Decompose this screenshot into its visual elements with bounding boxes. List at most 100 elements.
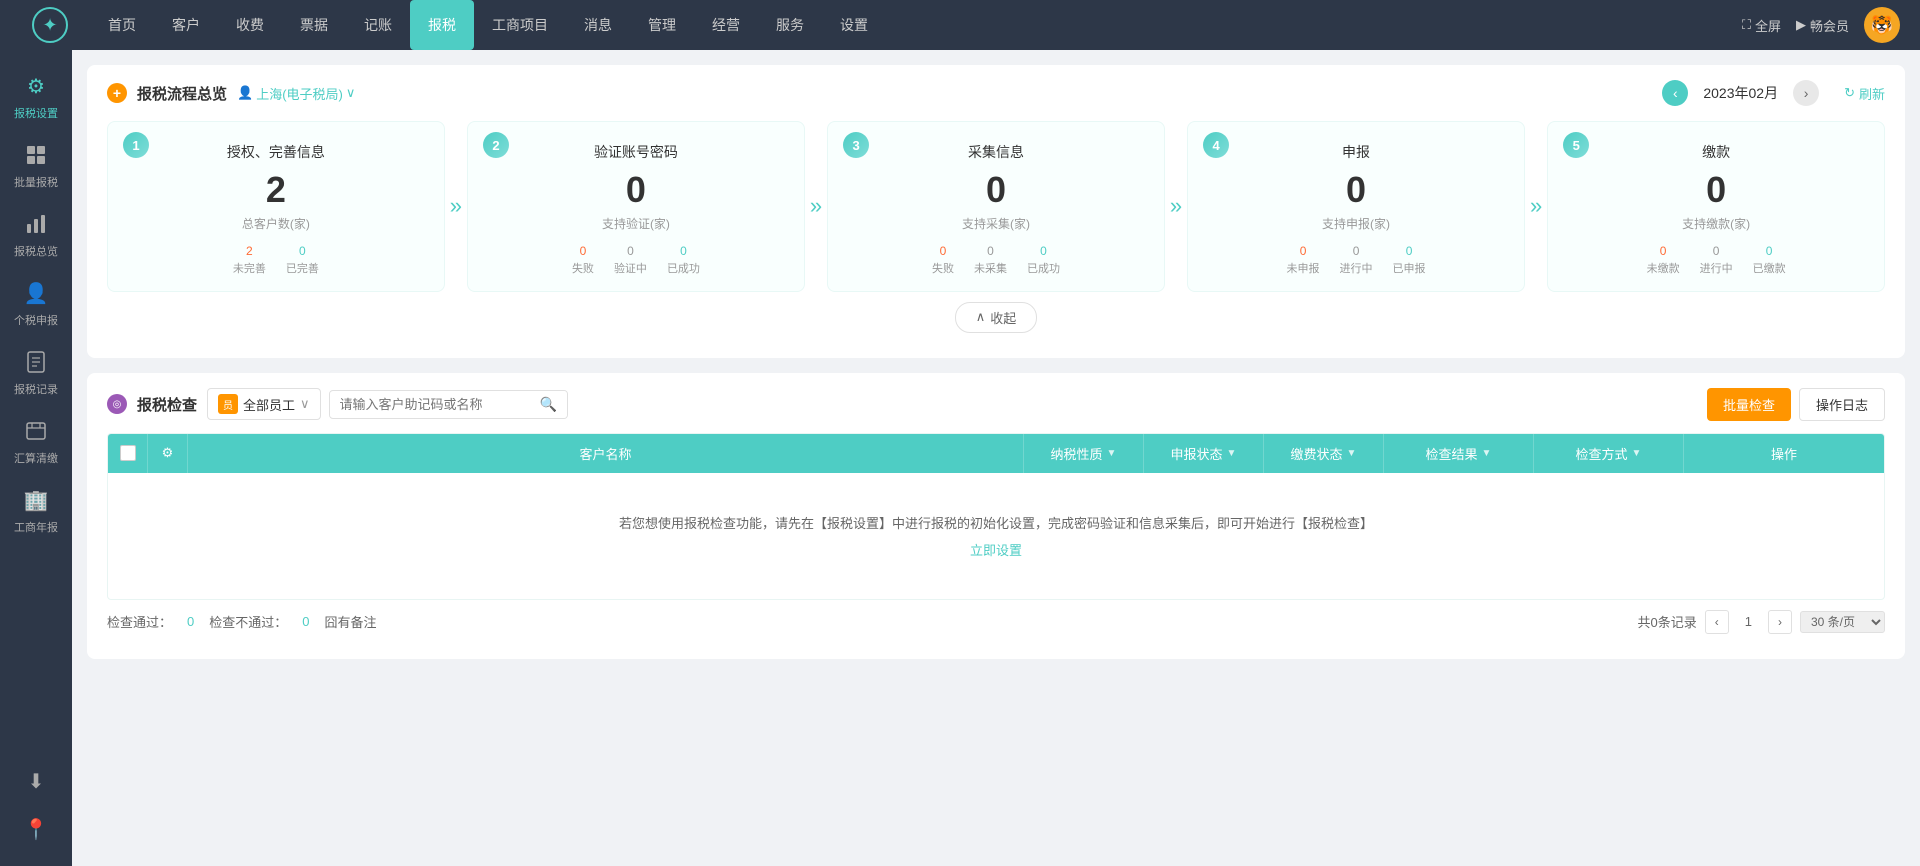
step-bignum-3: 0	[843, 170, 1149, 210]
location-icon-small: 👤	[237, 85, 253, 101]
step-num-5: 5	[1563, 132, 1589, 158]
sidebar-item-location[interactable]: 📍	[0, 803, 72, 851]
stat-success-label-1: 已完善	[286, 260, 319, 276]
pagination: 共0条记录 ‹ 1 › 30 条/页 50 条/页 100 条/页	[1638, 610, 1885, 634]
stat-fail-val-5: 0	[1660, 244, 1667, 258]
stat-success-val-5: 0	[1766, 244, 1773, 258]
nav-item-tax[interactable]: 报税	[410, 0, 474, 50]
stat-fail-4: 0 未申报	[1287, 244, 1320, 276]
header-checkbox[interactable]	[120, 445, 136, 461]
step-desc-5: 支持缴款(家)	[1563, 215, 1869, 232]
refresh-icon: ↻	[1844, 85, 1855, 101]
sidebar-item-tax-overview[interactable]: 报税总览	[0, 198, 72, 267]
th-check-method-label: 检查方式	[1576, 444, 1628, 463]
tax-record-icon	[22, 348, 50, 376]
th-declare-status-filter-icon[interactable]: ▼	[1227, 448, 1237, 459]
step-arrow-2: »	[805, 121, 827, 292]
nav-item-message[interactable]: 消息	[566, 0, 630, 50]
sidebar: ⚙ 报税设置 批量报税 报税总览	[0, 50, 72, 866]
tax-settings-icon: ⚙	[22, 72, 50, 100]
per-page-select[interactable]: 30 条/页 50 条/页 100 条/页	[1800, 611, 1885, 633]
nav-item-operation[interactable]: 经营	[694, 0, 758, 50]
nav-item-account[interactable]: 记账	[346, 0, 410, 50]
stat-pending-val-4: 0	[1353, 244, 1360, 258]
month-nav: ‹ 2023年02月 ›	[1662, 80, 1819, 106]
th-tax-nature-filter-icon[interactable]: ▼	[1107, 448, 1117, 459]
stat-fail-label-3: 失败	[932, 260, 954, 276]
play-icon: ▶	[1796, 17, 1806, 33]
fail-label: 检查不通过：	[209, 612, 287, 631]
th-tax-nature-label: 纳税性质	[1051, 444, 1103, 463]
sidebar-item-annual-report[interactable]: 🏢 工商年报	[0, 474, 72, 543]
stat-success-5: 0 已缴款	[1753, 244, 1786, 276]
nav-item-client[interactable]: 客户	[154, 0, 218, 50]
download-icon: ⬇	[22, 767, 50, 795]
sidebar-item-tax-settings[interactable]: ⚙ 报税设置	[0, 60, 72, 129]
prev-page-button[interactable]: ‹	[1705, 610, 1729, 634]
fullscreen-label: 全屏	[1755, 16, 1781, 35]
batch-check-button[interactable]: 批量检查	[1707, 388, 1791, 421]
stat-pending-val-2: 0	[627, 244, 634, 258]
sidebar-item-tax-record[interactable]: 报税记录	[0, 336, 72, 405]
check-header: ◎ 报税检查 员 全部员工 ∨ 🔍 批量检查 操作日志	[107, 388, 1885, 421]
location-label[interactable]: 👤 上海(电子税局) ∨	[237, 84, 355, 103]
th-pay-status-filter-icon[interactable]: ▼	[1347, 448, 1357, 459]
step-card-2: 2 验证账号密码 0 支持验证(家) 0 失败 0 验证中	[467, 121, 805, 292]
step-num-2: 2	[483, 132, 509, 158]
sidebar-item-download[interactable]: ⬇	[0, 755, 72, 803]
pass-label: 检查通过：	[107, 612, 172, 631]
collapse-row: ∧ 收起	[107, 292, 1885, 338]
collapse-button[interactable]: ∧ 收起	[955, 302, 1038, 333]
search-button[interactable]: 🔍	[530, 391, 567, 418]
step-stats-5: 0 未缴款 0 进行中 0 已缴款	[1563, 244, 1869, 276]
next-month-button[interactable]: ›	[1793, 80, 1819, 106]
stat-fail-label-2: 失败	[572, 260, 594, 276]
nav-item-business[interactable]: 工商项目	[474, 0, 566, 50]
search-input[interactable]	[330, 392, 530, 417]
table-body: 若您想使用报税检查功能，请先在【报税设置】中进行报税的初始化设置，完成密码验证和…	[108, 473, 1884, 599]
check-card: ◎ 报税检查 员 全部员工 ∨ 🔍 批量检查 操作日志	[87, 373, 1905, 659]
nav-item-invoice[interactable]: 票据	[282, 0, 346, 50]
stat-fail-2: 0 失败	[572, 244, 594, 276]
table-header-row: ⚙ 客户名称 纳税性质 ▼ 申报状态 ▼ 缴费状态 ▼	[108, 434, 1884, 473]
prev-month-button[interactable]: ‹	[1662, 80, 1688, 106]
refresh-button[interactable]: ↻ 刷新	[1844, 84, 1885, 103]
sidebar-item-personal-tax[interactable]: 👤 个税申报	[0, 267, 72, 336]
stat-fail-1: 2 未完善	[233, 244, 266, 276]
th-check-method-filter-icon[interactable]: ▼	[1632, 448, 1642, 459]
search-box: 🔍	[329, 390, 568, 419]
operation-log-button[interactable]: 操作日志	[1799, 388, 1885, 421]
process-plus-icon: +	[107, 83, 127, 103]
step-stats-2: 0 失败 0 验证中 0 已成功	[483, 244, 789, 276]
nav-item-service[interactable]: 服务	[758, 0, 822, 50]
sidebar-label-annual-report: 工商年报	[14, 519, 58, 535]
fail-count[interactable]: 0	[302, 614, 309, 629]
pass-count[interactable]: 0	[187, 614, 194, 629]
nav-item-fee[interactable]: 收费	[218, 0, 282, 50]
sidebar-item-reconcile[interactable]: 汇算清缴	[0, 405, 72, 474]
step-arrow-3: »	[1165, 121, 1187, 292]
step-num-1: 1	[123, 132, 149, 158]
stat-fail-5: 0 未缴款	[1647, 244, 1680, 276]
avatar[interactable]: 🐯	[1864, 7, 1900, 43]
stat-success-label-3: 已成功	[1027, 260, 1060, 276]
th-check-result-filter-icon[interactable]: ▼	[1482, 448, 1492, 459]
sidebar-bottom: ⬇ 📍	[0, 755, 72, 866]
sidebar-item-batch-tax[interactable]: 批量报税	[0, 129, 72, 198]
fullscreen-button[interactable]: ⛶ 全屏	[1742, 16, 1781, 35]
reconcile-icon	[22, 417, 50, 445]
nav-item-manage[interactable]: 管理	[630, 0, 694, 50]
stat-fail-val-2: 0	[580, 244, 587, 258]
next-page-button[interactable]: ›	[1768, 610, 1792, 634]
th-check-method: 检查方式 ▼	[1534, 434, 1684, 473]
nav-item-home[interactable]: 首页	[90, 0, 154, 50]
nav-item-settings[interactable]: 设置	[822, 0, 886, 50]
th-action-label: 操作	[1771, 444, 1797, 463]
member-button[interactable]: ▶ 畅会员	[1796, 16, 1849, 35]
setting-link[interactable]: 立即设置	[128, 540, 1864, 559]
annual-report-icon: 🏢	[22, 486, 50, 514]
stat-success-label-5: 已缴款	[1753, 260, 1786, 276]
stat-success-val-3: 0	[1040, 244, 1047, 258]
gear-icon: ⚙	[162, 445, 174, 461]
employee-filter-dropdown[interactable]: 员 全部员工 ∨	[207, 388, 321, 420]
